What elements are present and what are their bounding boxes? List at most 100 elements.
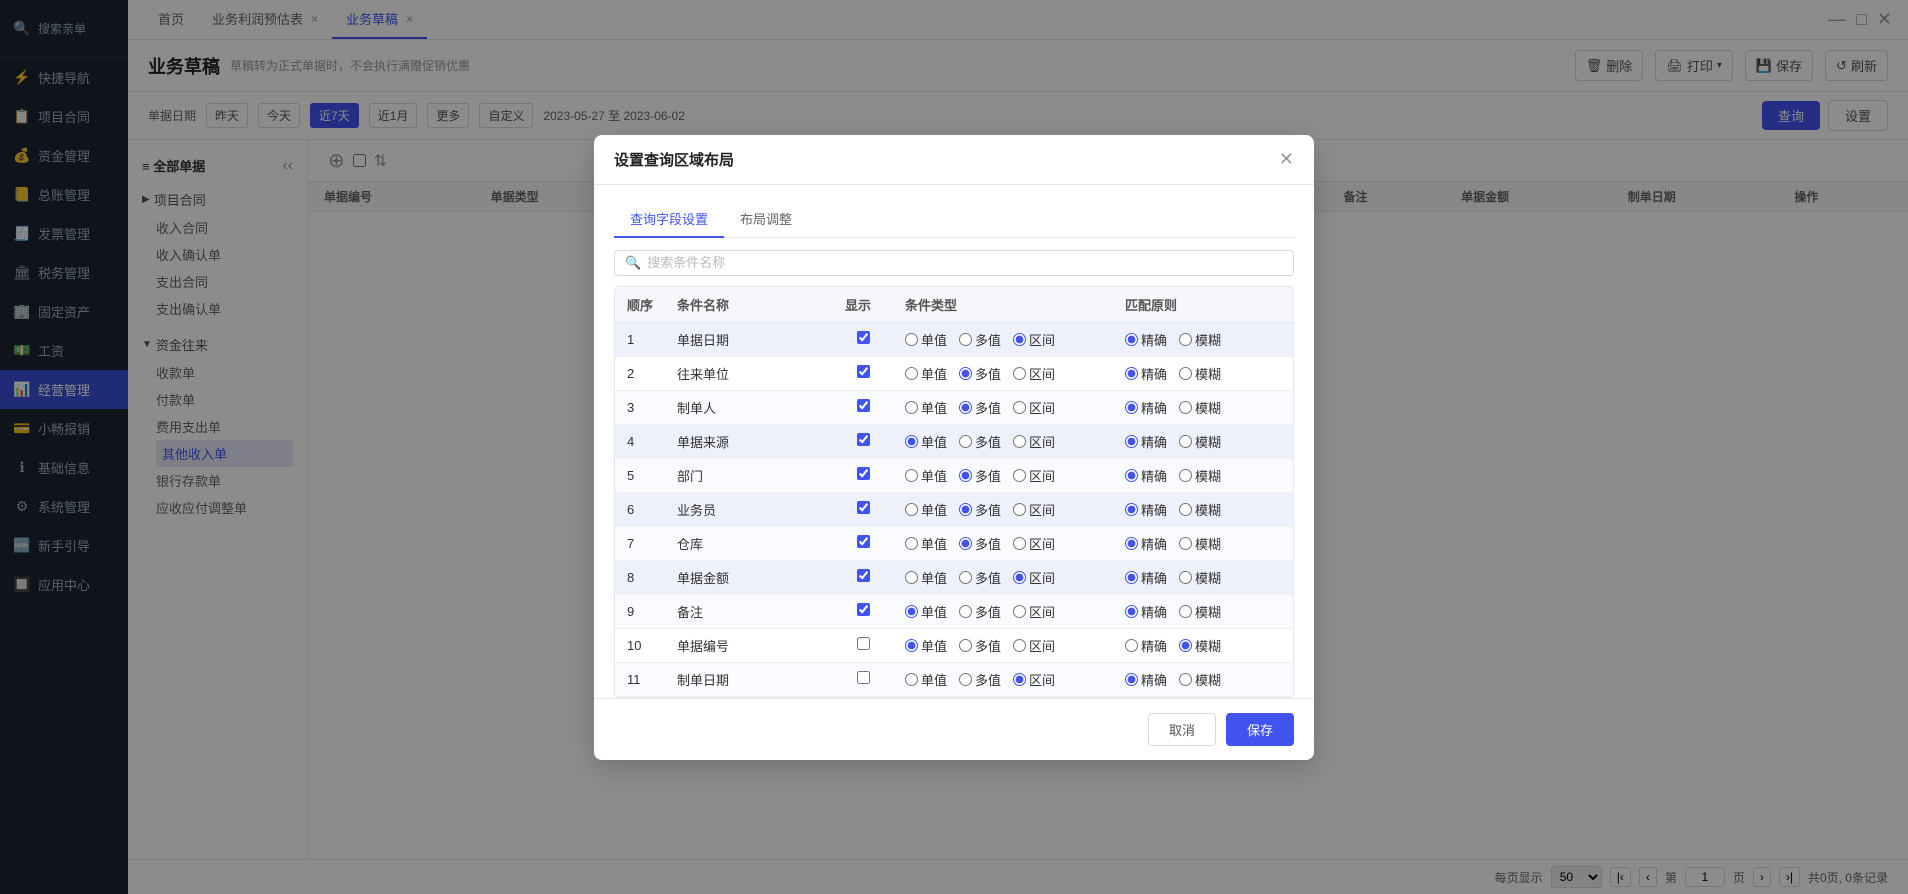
match-option-模糊[interactable]: 模糊 — [1179, 636, 1221, 655]
type-option-单值[interactable]: 单值 — [905, 466, 947, 485]
show-checkbox[interactable] — [857, 569, 870, 582]
show-checkbox[interactable] — [857, 365, 870, 378]
cancel-button[interactable]: 取消 — [1148, 713, 1216, 746]
type-option-区间[interactable]: 区间 — [1013, 568, 1055, 587]
match-option-精确[interactable]: 精确 — [1125, 602, 1167, 621]
type-option-单值[interactable]: 单值 — [905, 602, 947, 621]
type-option-单值[interactable]: 单值 — [905, 432, 947, 451]
match-option-模糊[interactable]: 模糊 — [1179, 364, 1221, 383]
type-option-单值[interactable]: 单值 — [905, 534, 947, 553]
dialog-tab-layout[interactable]: 布局调整 — [724, 201, 808, 238]
cell-type: 单值多值区间 — [893, 662, 1113, 696]
match-radio-group: 精确 模糊 — [1125, 330, 1281, 349]
match-option-模糊[interactable]: 模糊 — [1179, 534, 1221, 553]
radio-label: 多值 — [975, 364, 1001, 383]
match-option-模糊[interactable]: 模糊 — [1179, 670, 1221, 689]
show-checkbox[interactable] — [857, 399, 870, 412]
type-option-多值[interactable]: 多值 — [959, 636, 1001, 655]
match-option-精确[interactable]: 精确 — [1125, 500, 1167, 519]
radio-label: 单值 — [921, 364, 947, 383]
cell-type: 单值 多值区间 — [893, 458, 1113, 492]
radio-label: 模糊 — [1195, 330, 1221, 349]
match-option-模糊[interactable]: 模糊 — [1179, 466, 1221, 485]
table-row: 9备注单值多值区间精确模糊 — [615, 594, 1293, 628]
type-option-区间[interactable]: 区间 — [1013, 534, 1055, 553]
match-option-精确[interactable]: 精确 — [1125, 432, 1167, 451]
type-option-区间[interactable]: 区间 — [1013, 398, 1055, 417]
match-option-模糊[interactable]: 模糊 — [1179, 398, 1221, 417]
dialog-search-input[interactable] — [647, 255, 1283, 270]
show-checkbox[interactable] — [857, 331, 870, 344]
match-radio-group: 精确模糊 — [1125, 534, 1281, 553]
match-option-精确[interactable]: 精确 — [1125, 670, 1167, 689]
match-option-模糊[interactable]: 模糊 — [1179, 602, 1221, 621]
radio-label: 多值 — [975, 330, 1001, 349]
match-option-模糊[interactable]: 模糊 — [1179, 568, 1221, 587]
cell-match: 精确 模糊 — [1113, 628, 1293, 662]
type-option-单值[interactable]: 单值 — [905, 330, 947, 349]
match-option-精确[interactable]: 精确 — [1125, 636, 1167, 655]
type-option-单值[interactable]: 单值 — [905, 670, 947, 689]
cell-show — [833, 356, 893, 390]
match-option-精确[interactable]: 精确 — [1125, 330, 1167, 349]
type-option-多值[interactable]: 多值 — [959, 602, 1001, 621]
type-option-多值[interactable]: 多值 — [959, 466, 1001, 485]
type-option-多值[interactable]: 多值 — [959, 364, 1001, 383]
radio-label: 模糊 — [1195, 636, 1221, 655]
match-option-精确[interactable]: 精确 — [1125, 398, 1167, 417]
show-checkbox[interactable] — [857, 433, 870, 446]
type-option-单值[interactable]: 单值 — [905, 398, 947, 417]
type-option-区间[interactable]: 区间 — [1013, 432, 1055, 451]
type-option-区间[interactable]: 区间 — [1013, 466, 1055, 485]
match-option-精确[interactable]: 精确 — [1125, 568, 1167, 587]
match-option-精确[interactable]: 精确 — [1125, 534, 1167, 553]
radio-label: 单值 — [921, 602, 947, 621]
match-option-模糊[interactable]: 模糊 — [1179, 500, 1221, 519]
dialog-overlay[interactable]: 设置查询区域布局 ✕ 查询字段设置 布局调整 🔍 顺序 条件名称 — [0, 0, 1908, 894]
show-checkbox[interactable] — [857, 603, 870, 616]
show-checkbox[interactable] — [857, 501, 870, 514]
th-show: 显示 — [833, 287, 893, 323]
type-radio-group: 单值 多值区间 — [905, 364, 1101, 383]
type-option-多值[interactable]: 多值 — [959, 500, 1001, 519]
dialog-title: 设置查询区域布局 — [614, 149, 734, 170]
type-option-多值[interactable]: 多值 — [959, 568, 1001, 587]
type-option-区间[interactable]: 区间 — [1013, 500, 1055, 519]
radio-label: 多值 — [975, 568, 1001, 587]
type-radio-group: 单值多值区间 — [905, 432, 1101, 451]
type-option-区间[interactable]: 区间 — [1013, 636, 1055, 655]
cell-seq: 6 — [615, 492, 665, 526]
dialog-tab-fields[interactable]: 查询字段设置 — [614, 201, 724, 238]
type-option-区间[interactable]: 区间 — [1013, 670, 1055, 689]
save-button[interactable]: 保存 — [1226, 713, 1294, 746]
dialog-tabs: 查询字段设置 布局调整 — [614, 201, 1294, 238]
type-option-单值[interactable]: 单值 — [905, 364, 947, 383]
radio-label: 区间 — [1029, 500, 1055, 519]
match-radio-group: 精确模糊 — [1125, 568, 1281, 587]
type-option-多值[interactable]: 多值 — [959, 398, 1001, 417]
type-option-区间[interactable]: 区间 — [1013, 602, 1055, 621]
cell-type: 单值多值区间 — [893, 628, 1113, 662]
type-option-单值[interactable]: 单值 — [905, 636, 947, 655]
match-option-模糊[interactable]: 模糊 — [1179, 330, 1221, 349]
show-checkbox[interactable] — [857, 535, 870, 548]
type-option-多值[interactable]: 多值 — [959, 330, 1001, 349]
dialog-close-button[interactable]: ✕ — [1279, 150, 1294, 168]
type-option-多值[interactable]: 多值 — [959, 534, 1001, 553]
cell-name: 单据编号 — [665, 628, 833, 662]
type-option-区间[interactable]: 区间 — [1013, 364, 1055, 383]
type-option-单值[interactable]: 单值 — [905, 500, 947, 519]
type-option-多值[interactable]: 多值 — [959, 670, 1001, 689]
type-radio-group: 单值多值区间 — [905, 670, 1101, 689]
show-checkbox[interactable] — [857, 671, 870, 684]
radio-label: 多值 — [975, 466, 1001, 485]
match-option-精确[interactable]: 精确 — [1125, 364, 1167, 383]
type-option-单值[interactable]: 单值 — [905, 568, 947, 587]
radio-label: 单值 — [921, 500, 947, 519]
type-option-多值[interactable]: 多值 — [959, 432, 1001, 451]
show-checkbox[interactable] — [857, 637, 870, 650]
match-option-模糊[interactable]: 模糊 — [1179, 432, 1221, 451]
type-option-区间[interactable]: 区间 — [1013, 330, 1055, 349]
match-option-精确[interactable]: 精确 — [1125, 466, 1167, 485]
show-checkbox[interactable] — [857, 467, 870, 480]
